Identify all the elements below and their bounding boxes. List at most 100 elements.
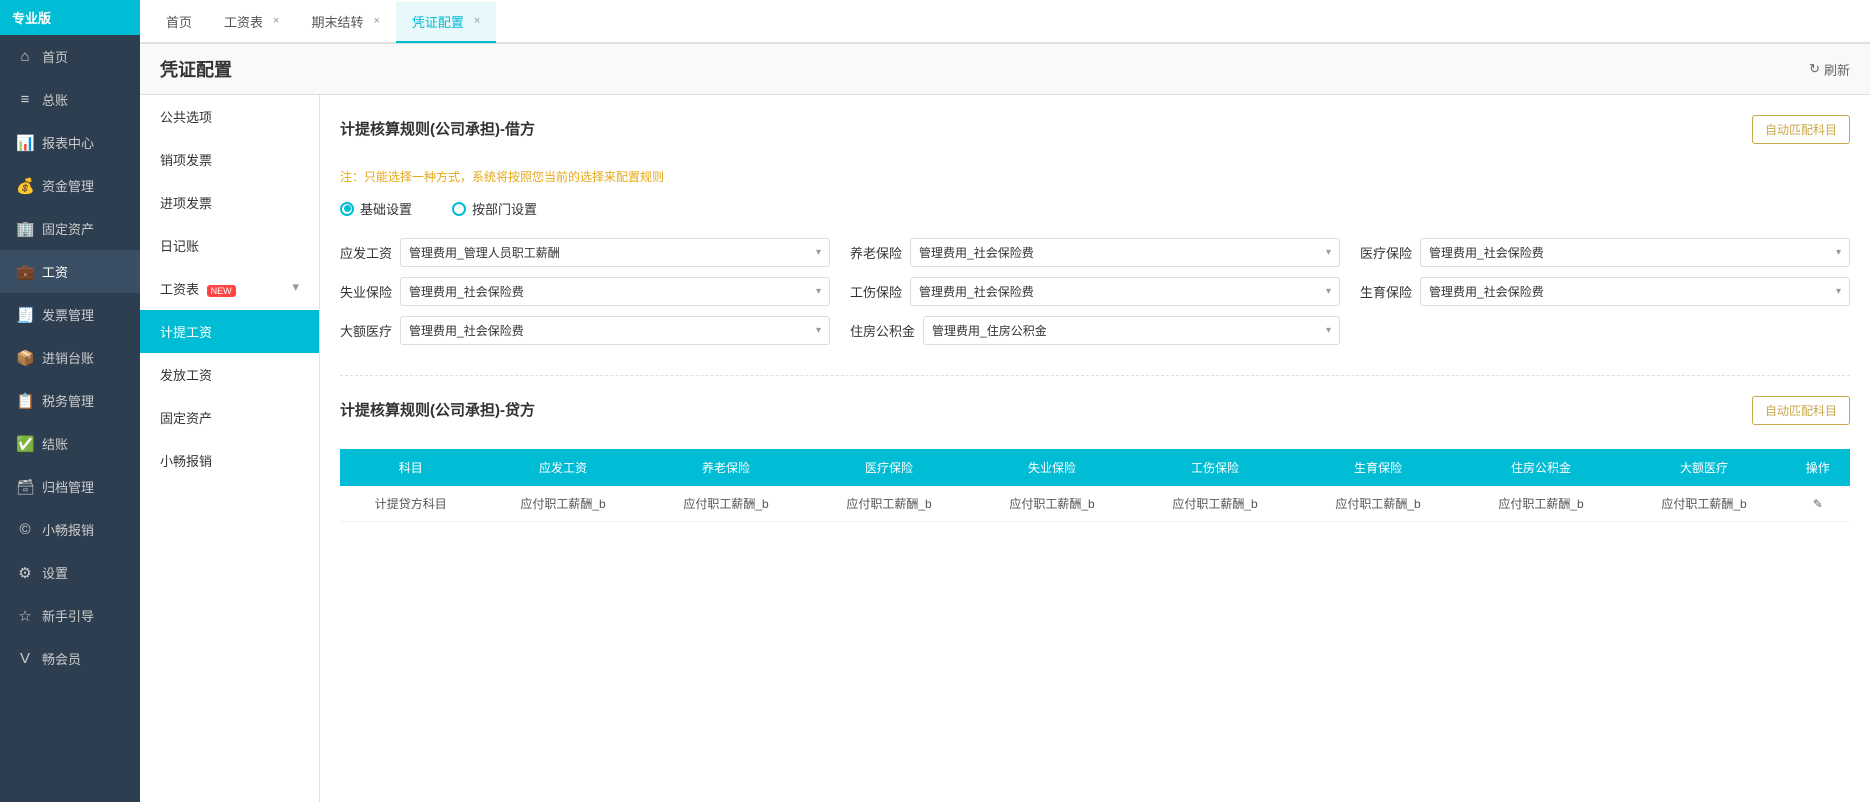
sidebar-item-vip[interactable]: V 畅会员 <box>0 637 140 680</box>
select-shiye[interactable]: 管理费用_社会保险费 ▾ <box>400 277 830 306</box>
td-yanglao: 应付职工薪酬_b <box>645 486 808 522</box>
th-yiliao: 医疗保险 <box>808 449 971 486</box>
section-credit: 计提核算规则(公司承担)-贷方 自动匹配科目 科目 应发工资 养老保险 医疗保险… <box>340 396 1850 522</box>
credit-table: 科目 应发工资 养老保险 医疗保险 失业保险 工伤保险 生育保险 住房公积金 大… <box>340 449 1850 522</box>
sidebar-item-inventory[interactable]: 📦 进销台账 <box>0 336 140 379</box>
sidebar-item-ledger[interactable]: ≡ 总账 <box>0 78 140 121</box>
vip-icon: V <box>16 650 34 667</box>
left-menu: 公共选项 销项发票 进项发票 日记账 工资表 NEW ▾ 计提工资 发放工资 <box>140 95 320 802</box>
inventory-icon: 📦 <box>16 349 34 367</box>
th-daextra: 大额医疗 <box>1623 449 1786 486</box>
td-kemu: 计提贷方科目 <box>340 486 482 522</box>
label-yiliao: 医疗保险 <box>1360 243 1412 262</box>
left-menu-pay-salary[interactable]: 发放工资 <box>140 353 319 396</box>
ledger-icon: ≡ <box>16 91 34 108</box>
form-item-yanglao: 养老保险 管理费用_社会保险费 ▾ <box>850 238 1340 267</box>
new-badge: NEW <box>207 285 236 297</box>
sidebar-item-capital[interactable]: 💰 资金管理 <box>0 164 140 207</box>
label-shengyu: 生育保险 <box>1360 282 1412 301</box>
page-title: 凭证配置 <box>160 56 232 82</box>
td-shiye: 应付职工薪酬_b <box>971 486 1134 522</box>
select-yiliao[interactable]: 管理费用_社会保险费 ▾ <box>1420 238 1850 267</box>
tab-payroll[interactable]: 工资表 × <box>208 2 295 43</box>
left-menu-purchase-invoice[interactable]: 进项发票 <box>140 181 319 224</box>
left-menu-fixed-assets[interactable]: 固定资产 <box>140 396 319 439</box>
td-edit[interactable]: ✎ <box>1786 486 1850 522</box>
brand-header: 专业版 <box>0 0 140 35</box>
right-content: 计提核算规则(公司承担)-借方 自动匹配科目 注：只能选择一种方式，系统将按照您… <box>320 95 1870 802</box>
chevron-yanglao: ▾ <box>1326 247 1331 258</box>
select-gongshang[interactable]: 管理费用_社会保险费 ▾ <box>910 277 1340 306</box>
form-row-1: 应发工资 管理费用_管理人员职工薪酬 ▾ 养老保险 管理费用_社会保险费 ▾ <box>340 238 1850 267</box>
label-daextra: 大额医疗 <box>340 321 392 340</box>
td-yiliao: 应付职工薪酬_b <box>808 486 971 522</box>
table-row: 计提贷方科目 应付职工薪酬_b 应付职工薪酬_b 应付职工薪酬_b 应付职工薪酬… <box>340 486 1850 522</box>
sidebar-item-asset[interactable]: 🏢 固定资产 <box>0 207 140 250</box>
section2-header: 计提核算规则(公司承担)-贷方 自动匹配科目 <box>340 396 1850 435</box>
left-menu-xiaochang-expense[interactable]: 小畅报销 <box>140 439 319 482</box>
xiaochang-icon: © <box>16 521 34 538</box>
sidebar-item-settings[interactable]: ⚙ 设置 <box>0 551 140 594</box>
auto-match-credit-button[interactable]: 自动匹配科目 <box>1752 396 1850 425</box>
sidebar-item-guide[interactable]: ☆ 新手引导 <box>0 594 140 637</box>
page-header: 凭证配置 ↻ 刷新 <box>140 44 1870 95</box>
sidebar-item-tax[interactable]: 📋 税务管理 <box>0 379 140 422</box>
left-menu-calc-salary[interactable]: 计提工资 <box>140 310 319 353</box>
th-shengyu: 生育保险 <box>1297 449 1460 486</box>
chevron-yingfa: ▾ <box>816 247 821 258</box>
sidebar-item-report[interactable]: 📊 报表中心 <box>0 121 140 164</box>
archive-icon: 🗃 <box>16 478 34 496</box>
section2-title: 计提核算规则(公司承担)-贷方 <box>340 399 535 420</box>
select-yanglao[interactable]: 管理费用_社会保险费 ▾ <box>910 238 1340 267</box>
radio-dept[interactable]: 按部门设置 <box>452 199 537 218</box>
credit-table-wrapper: 科目 应发工资 养老保险 医疗保险 失业保险 工伤保险 生育保险 住房公积金 大… <box>340 449 1850 522</box>
radio-basic[interactable]: 基础设置 <box>340 199 412 218</box>
th-yingfa: 应发工资 <box>482 449 645 486</box>
chevron-shengyu: ▾ <box>1836 286 1841 297</box>
edit-icon[interactable]: ✎ <box>1813 497 1823 511</box>
guide-icon: ☆ <box>16 607 34 625</box>
left-menu-public[interactable]: 公共选项 <box>140 95 319 138</box>
section1-note: 注：只能选择一种方式，系统将按照您当前的选择来配置规则 <box>340 168 1850 185</box>
refresh-icon: ↻ <box>1809 61 1820 77</box>
tab-period-close-btn[interactable]: × <box>373 15 379 27</box>
label-gongshang: 工伤保险 <box>850 282 902 301</box>
sidebar: 专业版 ⌂ 首页 ≡ 总账 📊 报表中心 💰 资金管理 🏢 固定资产 💼 工资 … <box>0 0 140 802</box>
sidebar-item-close[interactable]: ✅ 结账 <box>0 422 140 465</box>
chevron-zhufang: ▾ <box>1326 325 1331 336</box>
section-divider <box>340 375 1850 376</box>
form-item-yiliao: 医疗保险 管理费用_社会保险费 ▾ <box>1360 238 1850 267</box>
radio-basic-circle <box>340 202 354 216</box>
sidebar-item-archive[interactable]: 🗃 归档管理 <box>0 465 140 508</box>
sidebar-item-salary[interactable]: 💼 工资 <box>0 250 140 293</box>
form-row-2: 失业保险 管理费用_社会保险费 ▾ 工伤保险 管理费用_社会保险费 ▾ <box>340 277 1850 306</box>
sidebar-item-xiaochang[interactable]: © 小畅报销 <box>0 508 140 551</box>
th-zhufang: 住房公积金 <box>1460 449 1623 486</box>
radio-dept-circle <box>452 202 466 216</box>
td-yingfa: 应付职工薪酬_b <box>482 486 645 522</box>
main-area: 首页 工资表 × 期末结转 × 凭证配置 × 凭证配置 ↻ 刷新 公共选项 <box>140 0 1870 802</box>
left-menu-sales-invoice[interactable]: 销项发票 <box>140 138 319 181</box>
form-item-gongshang: 工伤保险 管理费用_社会保险费 ▾ <box>850 277 1340 306</box>
form-item-shengyu: 生育保险 管理费用_社会保险费 ▾ <box>1360 277 1850 306</box>
sidebar-item-home[interactable]: ⌂ 首页 <box>0 35 140 78</box>
select-zhufang[interactable]: 管理费用_住房公积金 ▾ <box>923 316 1340 345</box>
section1-title: 计提核算规则(公司承担)-借方 <box>340 118 535 139</box>
tab-period-close[interactable]: 期末结转 × <box>295 2 395 43</box>
left-menu-payroll-table[interactable]: 工资表 NEW ▾ <box>140 267 319 310</box>
tab-home[interactable]: 首页 <box>150 2 208 43</box>
auto-match-debit-button[interactable]: 自动匹配科目 <box>1752 115 1850 144</box>
select-yingfa[interactable]: 管理费用_管理人员职工薪酬 ▾ <box>400 238 830 267</box>
select-shengyu[interactable]: 管理费用_社会保险费 ▾ <box>1420 277 1850 306</box>
tab-voucher-config[interactable]: 凭证配置 × <box>396 2 496 43</box>
sidebar-item-invoice[interactable]: 🧾 发票管理 <box>0 293 140 336</box>
left-menu-diary[interactable]: 日记账 <box>140 224 319 267</box>
refresh-button[interactable]: ↻ 刷新 <box>1809 60 1850 79</box>
label-shiye: 失业保险 <box>340 282 392 301</box>
tab-payroll-close[interactable]: × <box>273 15 279 27</box>
th-action: 操作 <box>1786 449 1850 486</box>
select-daextra[interactable]: 管理费用_社会保险费 ▾ <box>400 316 830 345</box>
content-area: 公共选项 销项发票 进项发票 日记账 工资表 NEW ▾ 计提工资 发放工资 <box>140 95 1870 802</box>
tab-voucher-close[interactable]: × <box>474 15 480 27</box>
form-item-daextra: 大额医疗 管理费用_社会保险费 ▾ <box>340 316 830 345</box>
